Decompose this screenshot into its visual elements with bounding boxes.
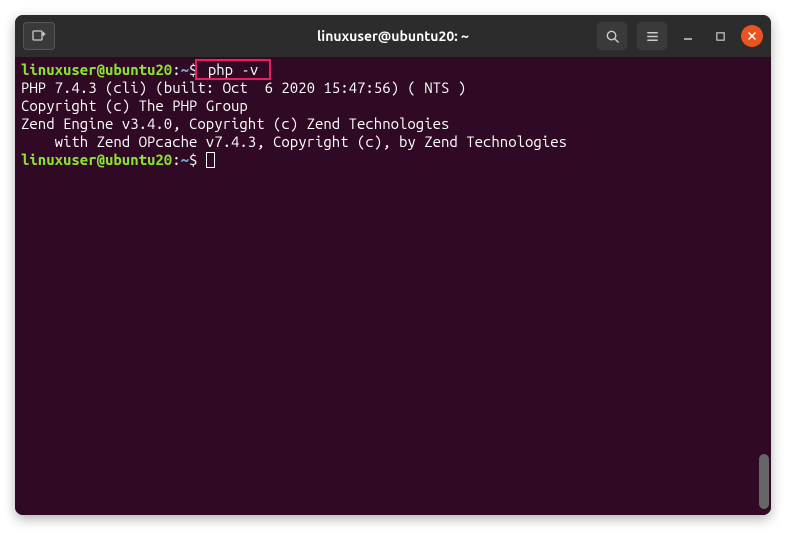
prompt-path: ~ <box>181 61 189 78</box>
scrollbar-thumb[interactable] <box>759 454 769 509</box>
prompt-colon: : <box>172 151 180 168</box>
maximize-button[interactable] <box>709 25 731 47</box>
titlebar-right <box>597 22 763 50</box>
prompt-line-1: linuxuser@ubuntu20:~$ php -v <box>21 61 765 79</box>
output-line-4: with Zend OPcache v7.4.3, Copyright (c),… <box>21 133 765 151</box>
menu-button[interactable] <box>637 22 667 50</box>
command-text: php -v <box>208 61 258 78</box>
terminal-window: linuxuser@ubuntu20: ~ <box>15 15 771 515</box>
output-line-3: Zend Engine v3.4.0, Copyright (c) Zend T… <box>21 115 765 133</box>
terminal-body[interactable]: linuxuser@ubuntu20:~$ php -v PHP 7.4.3 (… <box>15 57 771 515</box>
output-line-1: PHP 7.4.3 (cli) (built: Oct 6 2020 15:47… <box>21 79 765 97</box>
titlebar-left <box>23 22 55 50</box>
prompt-path: ~ <box>181 151 189 168</box>
command-highlight: php -v <box>195 59 270 80</box>
prompt-colon: : <box>172 61 180 78</box>
close-button[interactable] <box>741 25 763 47</box>
new-tab-button[interactable] <box>23 22 55 50</box>
new-tab-icon <box>31 28 47 44</box>
window-title: linuxuser@ubuntu20: ~ <box>317 28 469 44</box>
maximize-icon <box>715 31 726 42</box>
prompt-line-2: linuxuser@ubuntu20:~$ <box>21 151 765 170</box>
minimize-icon <box>682 30 694 42</box>
hamburger-icon <box>645 29 660 44</box>
output-line-2: Copyright (c) The PHP Group <box>21 97 765 115</box>
search-icon <box>605 29 620 44</box>
prompt-symbol: $ <box>189 151 197 168</box>
close-icon <box>747 31 757 41</box>
search-button[interactable] <box>597 22 627 50</box>
minimize-button[interactable] <box>677 25 699 47</box>
prompt-user: linuxuser@ubuntu20 <box>21 151 172 168</box>
cursor <box>206 152 215 168</box>
prompt-user: linuxuser@ubuntu20 <box>21 61 172 78</box>
titlebar: linuxuser@ubuntu20: ~ <box>15 15 771 57</box>
